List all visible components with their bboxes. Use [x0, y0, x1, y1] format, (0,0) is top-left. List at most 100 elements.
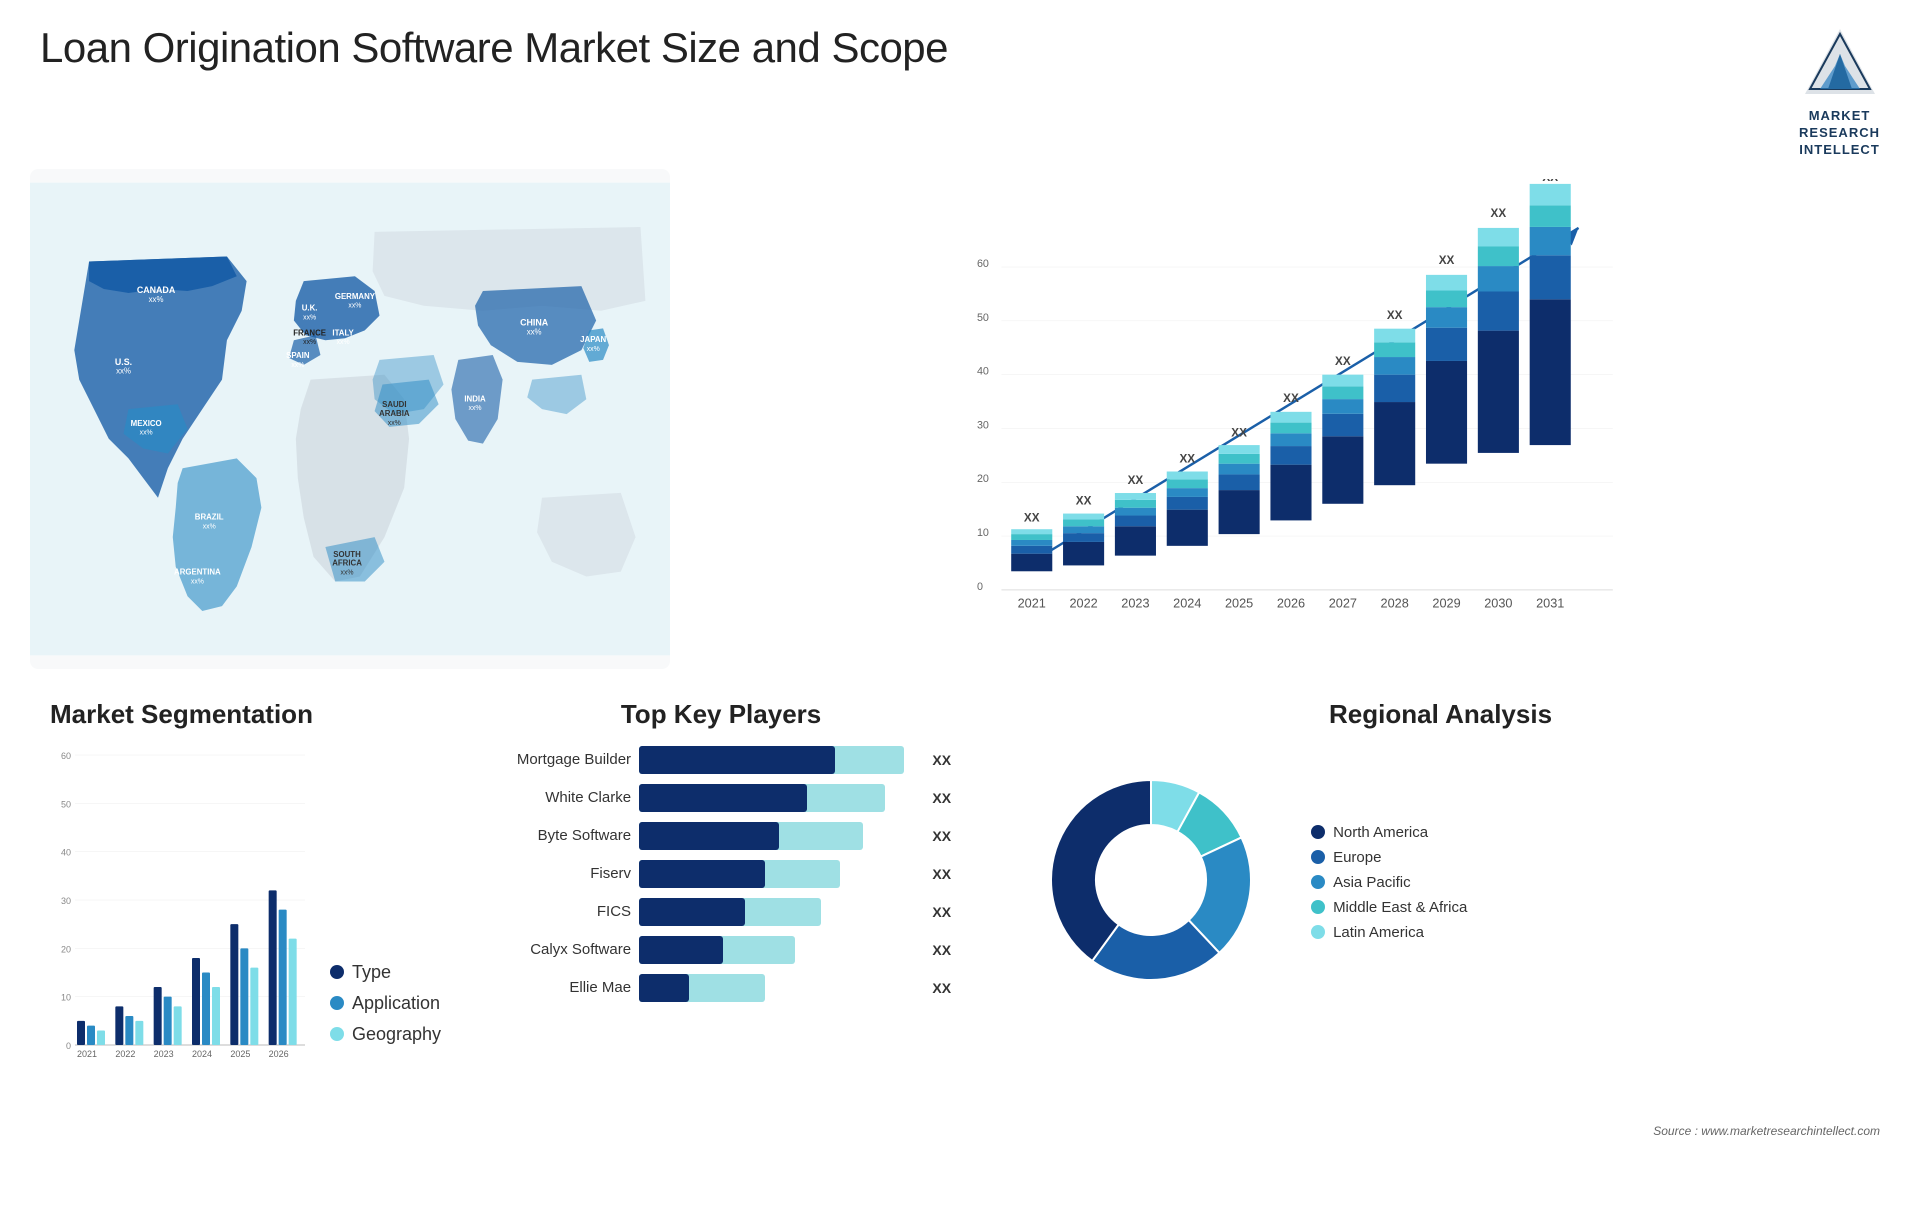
- players-area: Top Key Players Mortgage Builder XX Whit…: [471, 689, 971, 1119]
- svg-text:2026: 2026: [269, 1049, 289, 1059]
- regional-legend-dot: [1311, 925, 1325, 939]
- svg-text:2022: 2022: [1069, 595, 1097, 610]
- regional-legend-item: North America: [1311, 824, 1467, 841]
- regional-legend-dot: [1311, 825, 1325, 839]
- svg-text:2031: 2031: [1536, 595, 1564, 610]
- player-value: XX: [932, 942, 951, 958]
- svg-text:ARGENTINA: ARGENTINA: [174, 567, 221, 576]
- player-bar-inner: [639, 784, 807, 812]
- segmentation-title: Market Segmentation: [50, 699, 441, 730]
- svg-text:0: 0: [977, 581, 983, 593]
- player-row: Ellie Mae XX: [491, 974, 951, 1002]
- svg-text:40: 40: [977, 365, 989, 377]
- regional-legend-item: Europe: [1311, 849, 1467, 866]
- svg-text:60: 60: [61, 751, 71, 761]
- legend-type: Type: [330, 962, 441, 983]
- svg-text:2024: 2024: [1173, 595, 1201, 610]
- player-bar: [639, 936, 918, 964]
- regional-legend-label: North America: [1333, 824, 1428, 841]
- legend-dot-application: [330, 996, 344, 1010]
- svg-text:xx%: xx%: [348, 302, 361, 309]
- svg-text:XX: XX: [1179, 452, 1195, 465]
- svg-text:FRANCE: FRANCE: [293, 328, 326, 337]
- svg-text:CANADA: CANADA: [137, 285, 176, 295]
- svg-text:2024: 2024: [192, 1049, 212, 1059]
- player-bar: [639, 974, 918, 1002]
- svg-text:2023: 2023: [1121, 595, 1149, 610]
- svg-text:10: 10: [61, 992, 71, 1002]
- player-bar-inner: [639, 974, 689, 1002]
- svg-text:xx%: xx%: [291, 361, 304, 368]
- svg-text:xx%: xx%: [337, 339, 350, 346]
- donut-chart-svg: [1011, 740, 1291, 1020]
- svg-text:BRAZIL: BRAZIL: [195, 512, 224, 521]
- player-row: Fiserv XX: [491, 860, 951, 888]
- svg-text:SAUDI: SAUDI: [382, 400, 406, 409]
- source-text: Source : www.marketresearchintellect.com: [1653, 1124, 1880, 1138]
- regional-legend-item: Latin America: [1311, 924, 1467, 941]
- player-bar: [639, 784, 918, 812]
- svg-text:50: 50: [61, 799, 71, 809]
- bar-chart-area: 0 10 20 30 40 50 60: [690, 169, 1890, 669]
- players-list: Mortgage Builder XX White Clarke XX Byte…: [491, 746, 951, 1002]
- regional-area: Regional Analysis North America Europe A…: [991, 689, 1890, 1119]
- svg-text:2030: 2030: [1484, 595, 1512, 610]
- map-area: CANADA xx% U.S. xx% MEXICO xx% BRAZIL xx…: [30, 169, 670, 669]
- regional-legend-item: Middle East & Africa: [1311, 899, 1467, 916]
- svg-text:SPAIN: SPAIN: [286, 351, 310, 360]
- regional-legend-label: Latin America: [1333, 924, 1424, 941]
- svg-text:2027: 2027: [1329, 595, 1357, 610]
- svg-text:2025: 2025: [1225, 595, 1253, 610]
- bottom-section: Market Segmentation 01020304050602021202…: [30, 679, 1890, 1119]
- player-bar: [639, 822, 918, 850]
- svg-text:2022: 2022: [115, 1049, 135, 1059]
- legend-geography: Geography: [330, 1024, 441, 1045]
- regional-legend-item: Asia Pacific: [1311, 874, 1467, 891]
- player-bar: [639, 860, 918, 888]
- svg-text:JAPAN: JAPAN: [580, 335, 606, 344]
- svg-text:AFRICA: AFRICA: [332, 558, 362, 567]
- svg-text:2021: 2021: [1018, 595, 1046, 610]
- players-title: Top Key Players: [491, 699, 951, 730]
- svg-text:xx%: xx%: [140, 429, 153, 436]
- svg-text:20: 20: [977, 473, 989, 485]
- svg-text:MEXICO: MEXICO: [131, 419, 162, 428]
- regional-title: Regional Analysis: [1011, 699, 1870, 730]
- svg-text:INDIA: INDIA: [464, 394, 486, 403]
- logo-text: MARKETRESEARCHINTELLECT: [1799, 108, 1880, 159]
- player-bar-inner: [639, 860, 765, 888]
- svg-text:2023: 2023: [154, 1049, 174, 1059]
- regional-legend-dot: [1311, 900, 1325, 914]
- player-name: Calyx Software: [491, 941, 631, 958]
- player-name: Byte Software: [491, 827, 631, 844]
- svg-text:XX: XX: [1231, 426, 1247, 439]
- svg-text:XX: XX: [1076, 494, 1092, 507]
- player-bar-inner: [639, 898, 745, 926]
- svg-text:30: 30: [61, 896, 71, 906]
- svg-text:xx%: xx%: [527, 327, 542, 336]
- regional-legend-label: Middle East & Africa: [1333, 899, 1467, 916]
- segmentation-legend: Type Application Geography: [330, 962, 441, 1075]
- player-name: Fiserv: [491, 865, 631, 882]
- svg-text:2021: 2021: [77, 1049, 97, 1059]
- growth-bar-chart: 0 10 20 30 40 50 60: [710, 179, 1870, 629]
- svg-text:xx%: xx%: [587, 346, 600, 353]
- svg-text:2029: 2029: [1432, 595, 1460, 610]
- player-value: XX: [932, 790, 951, 806]
- svg-text:CHINA: CHINA: [520, 317, 549, 327]
- svg-text:XX: XX: [1024, 511, 1040, 524]
- main-content: CANADA xx% U.S. xx% MEXICO xx% BRAZIL xx…: [0, 169, 1920, 1205]
- legend-dot-geography: [330, 1027, 344, 1041]
- regional-legend-label: Europe: [1333, 849, 1381, 866]
- header: Loan Origination Software Market Size an…: [0, 0, 1920, 169]
- svg-text:XX: XX: [1128, 474, 1144, 487]
- donut-chart-wrapper: [1011, 740, 1291, 1025]
- regional-legend-label: Asia Pacific: [1333, 874, 1411, 891]
- svg-text:U.S.: U.S.: [115, 357, 132, 367]
- legend-label-application: Application: [352, 993, 440, 1014]
- player-name: White Clarke: [491, 789, 631, 806]
- svg-text:20: 20: [61, 944, 71, 954]
- svg-text:2026: 2026: [1277, 595, 1305, 610]
- segmentation-area: Market Segmentation 01020304050602021202…: [30, 689, 451, 1119]
- player-value: XX: [932, 828, 951, 844]
